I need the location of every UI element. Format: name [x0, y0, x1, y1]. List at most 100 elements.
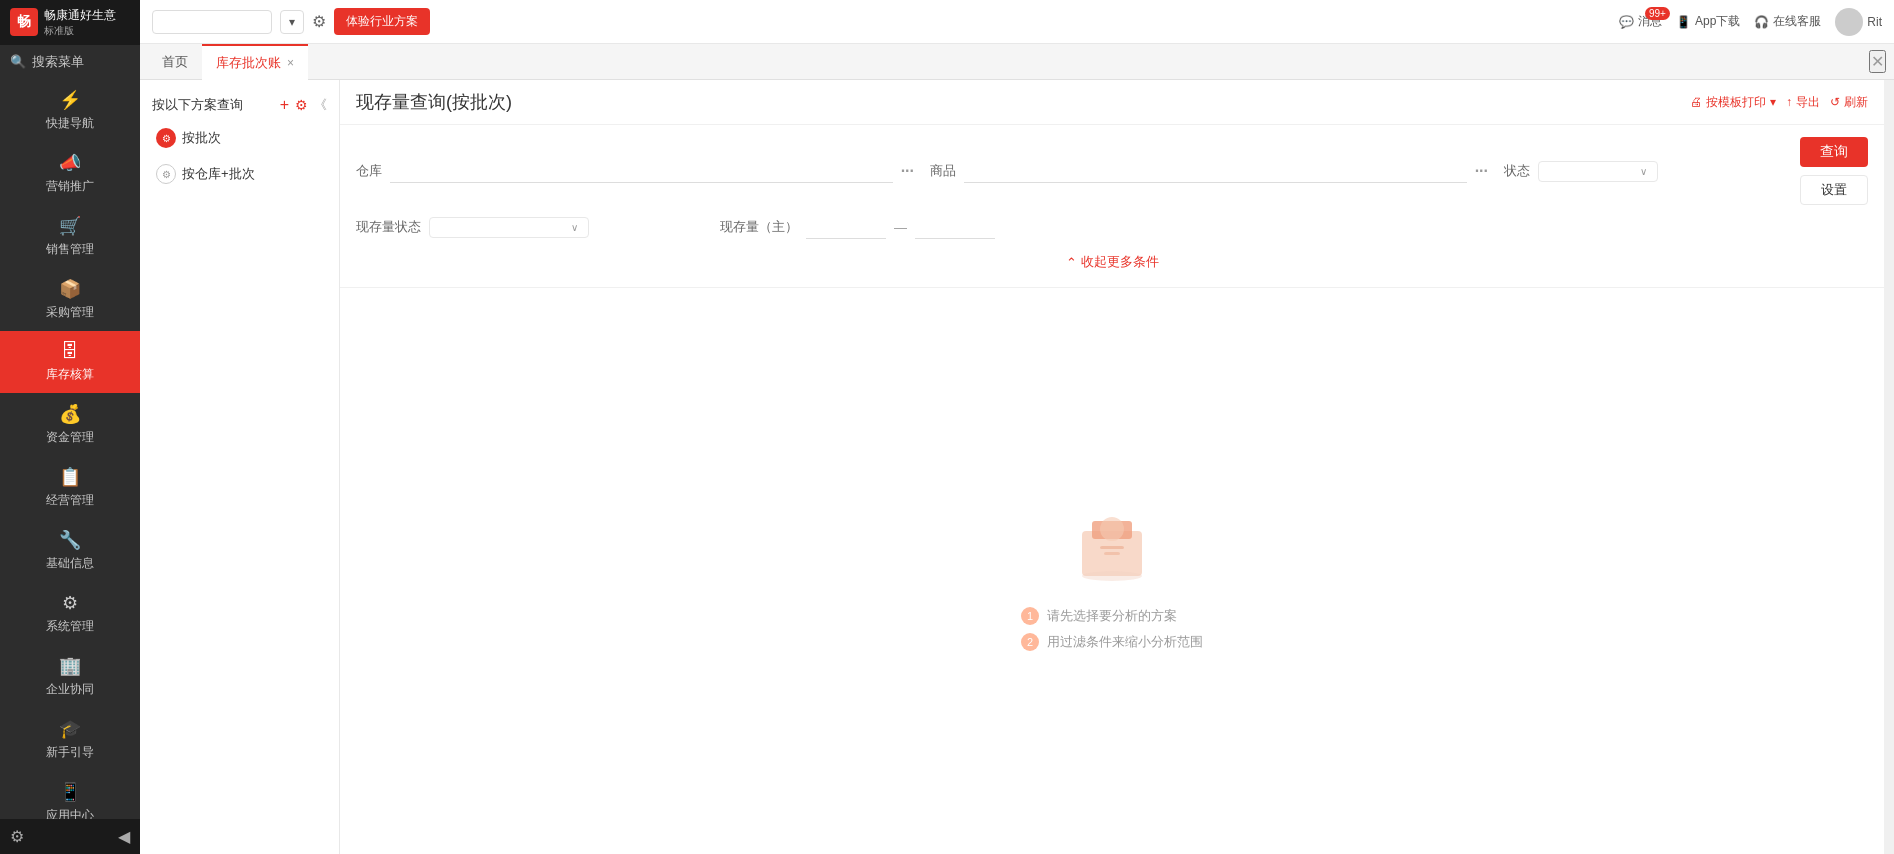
app-download-btn[interactable]: 📱 App下载	[1676, 13, 1740, 30]
goods-more-btn[interactable]: ···	[1475, 162, 1488, 180]
status-select[interactable]: ∨	[1538, 161, 1658, 182]
topbar-gear-icon[interactable]: ⚙	[312, 12, 326, 31]
messages-badge: 99+	[1645, 7, 1670, 20]
tabbar: 首页 库存批次账 × ✕	[140, 44, 1894, 80]
filter-group-stock-qty: 现存量（主） —	[720, 215, 1020, 239]
filter-group-warehouse: 仓库 ···	[356, 159, 914, 183]
inventory-icon: 🗄	[61, 341, 79, 362]
warehouse-input[interactable]	[390, 159, 893, 183]
print-icon: 🖨	[1690, 95, 1702, 109]
stock-qty-to-input[interactable]	[915, 215, 995, 239]
topbar-left: ▾ ⚙ 体验行业方案	[152, 8, 1611, 35]
operations-icon: 📋	[59, 466, 81, 488]
empty-hint-1: 1 请先选择要分析的方案	[1021, 607, 1203, 625]
online-service-btn[interactable]: 🎧 在线客服	[1754, 13, 1821, 30]
topbar-dropdown-btn[interactable]: ▾	[280, 10, 304, 34]
sidebar-item-basic-info[interactable]: 🔧 基础信息	[0, 519, 140, 582]
sidebar-item-app-center[interactable]: 📱 应用中心	[0, 771, 140, 819]
empty-illustration	[1062, 491, 1162, 591]
headset-icon: 🎧	[1754, 15, 1769, 29]
scheme-collapse-btn[interactable]: 《	[314, 96, 327, 114]
tab-home[interactable]: 首页	[148, 45, 202, 79]
sidebar-header: 畅 畅康通好生意 标准版	[0, 0, 140, 45]
sidebar-item-system[interactable]: ⚙ 系统管理	[0, 582, 140, 645]
filter-group-goods: 商品 ···	[930, 159, 1488, 183]
query-button[interactable]: 查询	[1800, 137, 1868, 167]
basic-info-icon: 🔧	[59, 529, 81, 551]
scheme-icon-filled: ⚙	[156, 128, 176, 148]
status-arrow: ∨	[1640, 166, 1647, 177]
filter-group-status: 状态 ∨	[1504, 161, 1784, 182]
message-icon: 💬	[1619, 15, 1634, 29]
action-buttons: 查询 设置	[1800, 137, 1868, 205]
refresh-btn[interactable]: ↺ 刷新	[1830, 94, 1868, 111]
user-avatar-btn[interactable]: Rit	[1835, 8, 1882, 36]
app-logo: 畅	[10, 8, 38, 36]
sidebar-footer: ⚙ ◀	[0, 819, 140, 854]
scheme-item-by-batch[interactable]: ⚙ 按批次	[140, 120, 339, 156]
sidebar-item-finance[interactable]: 💰 资金管理	[0, 393, 140, 456]
sidebar-item-quick-nav[interactable]: ⚡ 快捷导航	[0, 79, 140, 142]
topbar-search-input[interactable]	[152, 10, 272, 34]
messages-btn[interactable]: 💬 消息 99+	[1619, 13, 1662, 30]
system-icon: ⚙	[62, 592, 78, 614]
trial-button[interactable]: 体验行业方案	[334, 8, 430, 35]
tab-inventory-batch[interactable]: 库存批次账 ×	[202, 44, 308, 80]
svg-rect-3	[1100, 546, 1124, 549]
search-icon: 🔍	[10, 54, 26, 69]
app-center-icon: 📱	[59, 781, 81, 803]
stock-qty-from-input[interactable]	[806, 215, 886, 239]
warehouse-more-btn[interactable]: ···	[901, 162, 914, 180]
export-btn[interactable]: ↑ 导出	[1786, 94, 1820, 111]
app-title: 畅康通好生意 标准版	[44, 8, 116, 37]
empty-hints: 1 请先选择要分析的方案 2 用过滤条件来缩小分析范围	[1021, 607, 1203, 651]
sidebar-collapse-btn[interactable]: ◀	[118, 827, 130, 846]
user-avatar	[1835, 8, 1863, 36]
empty-hint-2: 2 用过滤条件来缩小分析范围	[1021, 633, 1203, 651]
scheme-settings-btn[interactable]: ⚙	[295, 97, 308, 113]
scheme-add-btn[interactable]: +	[280, 96, 289, 114]
svg-point-2	[1100, 517, 1124, 541]
sidebar-item-purchase[interactable]: 📦 采购管理	[0, 268, 140, 331]
topbar-right: 💬 消息 99+ 📱 App下载 🎧 在线客服 Rit	[1619, 8, 1882, 36]
filter-group-stock-status: 现存量状态 ∨	[356, 217, 696, 238]
filter-row-1: 仓库 ··· 商品 ··· 状态	[356, 137, 1868, 205]
title-actions: 🖨 按模板打印 ▾ ↑ 导出 ↺ 刷新	[1690, 94, 1868, 111]
stock-status-select[interactable]: ∨	[429, 217, 589, 238]
right-scrollbar	[1884, 80, 1894, 854]
sidebar-item-operations[interactable]: 📋 经营管理	[0, 456, 140, 519]
goods-input[interactable]	[964, 159, 1467, 183]
sidebar-item-enterprise[interactable]: 🏢 企业协同	[0, 645, 140, 708]
scheme-item-by-warehouse-batch[interactable]: ⚙ 按仓库+批次	[140, 156, 339, 192]
page-content: 按以下方案查询 + ⚙ 《 ⚙ 按批次 ⚙	[140, 80, 1894, 854]
sidebar-nav: 🔍 搜索菜单 ⚡ 快捷导航 📣 营销推广 🛒 销售管理 📦 采购管理 🗄	[0, 45, 140, 819]
sidebar-item-sales[interactable]: 🛒 销售管理	[0, 205, 140, 268]
filter-area: 仓库 ··· 商品 ··· 状态	[340, 125, 1884, 288]
sidebar-search[interactable]: 🔍 搜索菜单	[0, 45, 140, 79]
sidebar-settings-btn[interactable]: ⚙	[10, 827, 24, 846]
tab-close-btn[interactable]: ×	[287, 56, 294, 70]
right-content: 现存量查询(按批次) 🖨 按模板打印 ▾ ↑ 导出 ↺	[340, 80, 1884, 854]
sidebar-item-inventory[interactable]: 🗄 库存核算	[0, 331, 140, 393]
filter-collapse-btn[interactable]: ⌃ 收起更多条件	[356, 249, 1868, 275]
scheme-panel-actions: + ⚙ 《	[280, 96, 327, 114]
sidebar-item-marketing[interactable]: 📣 营销推广	[0, 142, 140, 205]
svg-point-5	[1082, 571, 1142, 581]
guide-icon: 🎓	[59, 718, 81, 740]
export-icon: ↑	[1786, 95, 1792, 109]
marketing-icon: 📣	[59, 152, 81, 174]
enterprise-icon: 🏢	[59, 655, 81, 677]
scheme-panel: 按以下方案查询 + ⚙ 《 ⚙ 按批次 ⚙	[140, 80, 340, 854]
print-btn[interactable]: 🖨 按模板打印 ▾	[1690, 94, 1776, 111]
page-title-bar: 现存量查询(按批次) 🖨 按模板打印 ▾ ↑ 导出 ↺	[340, 80, 1884, 125]
close-panel-btn[interactable]: ✕	[1869, 50, 1886, 73]
scheme-icon-outline: ⚙	[156, 164, 176, 184]
settings-button[interactable]: 设置	[1800, 175, 1868, 205]
chevron-up-icon: ⌃	[1066, 255, 1077, 270]
page-title: 现存量查询(按批次)	[356, 90, 512, 114]
stock-status-arrow: ∨	[571, 222, 578, 233]
empty-state: 1 请先选择要分析的方案 2 用过滤条件来缩小分析范围	[340, 288, 1884, 854]
sidebar-item-guide[interactable]: 🎓 新手引导	[0, 708, 140, 771]
phone-icon: 📱	[1676, 15, 1691, 29]
quick-nav-icon: ⚡	[59, 89, 81, 111]
